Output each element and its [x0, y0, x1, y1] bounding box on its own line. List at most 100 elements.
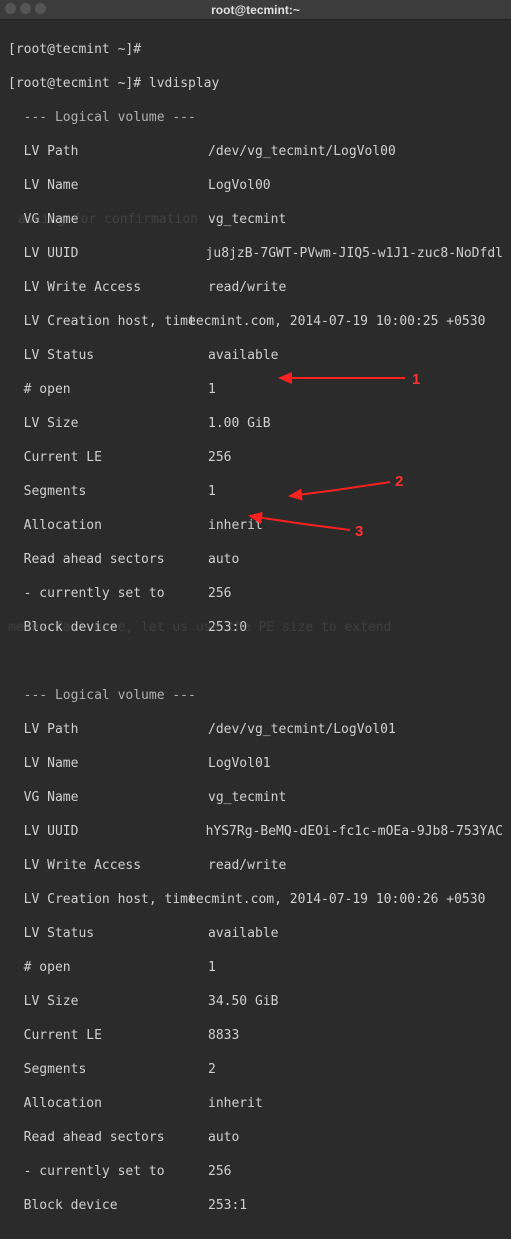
label-lv-uuid: LV UUID: [8, 823, 206, 840]
field-row: LV NameLogVol01: [8, 755, 503, 772]
label-lv-size: LV Size: [8, 993, 208, 1010]
value-vg-name: vg_tecmint: [208, 789, 286, 806]
field-row: # open1: [8, 959, 503, 976]
field-row: Segments1: [8, 483, 503, 500]
value-open: 1: [208, 959, 216, 976]
field-row: - currently set to256: [8, 585, 503, 602]
label-lv-status: LV Status: [8, 925, 208, 942]
label-bdev: Block device: [8, 1197, 208, 1214]
label-lv-ch: LV Creation host, time: [8, 313, 188, 330]
value-lv-size: 34.50 GiB: [208, 993, 278, 1010]
value-vg-name: vg_tecmint: [208, 211, 286, 228]
value-lv-wa: read/write: [208, 857, 286, 874]
value-lv-path: /dev/vg_tecmint/LogVol01: [208, 721, 396, 738]
field-row: Current LE8833: [8, 1027, 503, 1044]
field-row: LV NameLogVol00: [8, 177, 503, 194]
label-cur-set: - currently set to: [8, 1163, 208, 1180]
label-lv-wa: LV Write Access: [8, 279, 208, 296]
label-lv-size: LV Size: [8, 415, 208, 432]
label-alloc: Allocation: [8, 1095, 208, 1112]
label-segs: Segments: [8, 483, 208, 500]
field-row: VG Namevg_tecmint: [8, 789, 503, 806]
value-segs: 2: [208, 1061, 216, 1078]
window-buttons: [5, 3, 46, 14]
label-cur-set: - currently set to: [8, 585, 208, 602]
field-row: VG Nameasking for confirmationvg_tecmint: [8, 211, 503, 228]
field-row: LV Write Accessread/write: [8, 857, 503, 874]
label-ras: Read ahead sectors: [8, 1129, 208, 1146]
field-row: Read ahead sectorsauto: [8, 551, 503, 568]
prompt-empty: [root@tecmint ~]#: [8, 41, 503, 58]
label-ras: Read ahead sectors: [8, 551, 208, 568]
label-open: # open: [8, 959, 208, 976]
value-lv-uuid: ju8jzB-7GWT-PVwm-JIQ5-w1J1-zuc8-NoDfdl: [206, 245, 503, 262]
label-cur-le: Current LE: [8, 449, 208, 466]
close-icon[interactable]: [5, 3, 16, 14]
field-row: Segments2: [8, 1061, 503, 1078]
prompt: [root@tecmint ~]#: [8, 76, 149, 91]
window-title: root@tecmint:~: [211, 3, 300, 17]
field-row: LV Creation host, timetecmint.com, 2014-…: [8, 313, 503, 330]
label-vg-name: VG Name: [8, 789, 208, 806]
field-row: Read ahead sectorsauto: [8, 1129, 503, 1146]
label-lv-path: LV Path: [8, 143, 208, 160]
value-lv-name: LogVol01: [208, 755, 271, 772]
value-segs: 1: [208, 483, 216, 500]
field-row: Block device253:1: [8, 1197, 503, 1214]
field-row: LV UUIDhYS7Rg-BeMQ-dEOi-fc1c-mOEa-9Jb8-7…: [8, 823, 503, 840]
label-lv-uuid: LV UUID: [8, 245, 206, 262]
label-lv-name: LV Name: [8, 177, 208, 194]
field-row: Current LE256: [8, 449, 503, 466]
value-cur-le: 256: [208, 449, 231, 466]
value-ras: auto: [208, 1129, 239, 1146]
field-row: LV Write Accessread/write: [8, 279, 503, 296]
label-cur-le: Current LE: [8, 1027, 208, 1044]
value-lv-ch: tecmint.com, 2014-07-19 10:00:26 +0530: [188, 891, 485, 908]
field-row: - currently set to256: [8, 1163, 503, 1180]
value-lv-size: 1.00 GiB: [208, 415, 271, 432]
value-alloc: inherit: [208, 1095, 263, 1112]
value-cur-set: 256: [208, 585, 231, 602]
value-lv-status: available: [208, 347, 278, 364]
field-row: LV Statusavailable: [8, 925, 503, 942]
value-lv-ch: tecmint.com, 2014-07-19 10:00:25 +0530: [188, 313, 485, 330]
field-row: # open1: [8, 381, 503, 398]
terminal-output[interactable]: [root@tecmint ~]# [root@tecmint ~]# lvdi…: [0, 20, 511, 1239]
label-lv-wa: LV Write Access: [8, 857, 208, 874]
section-header: --- Logical volume ---: [8, 687, 503, 704]
field-row: LV Creation host, timetecmint.com, 2014-…: [8, 891, 503, 908]
value-cur-set: 256: [208, 1163, 231, 1180]
field-row: Allocationinherit: [8, 1095, 503, 1112]
label-vg-name: VG Nameasking for confirmation: [8, 211, 208, 228]
field-row: LV Size1.00 GiB: [8, 415, 503, 432]
maximize-icon[interactable]: [35, 3, 46, 14]
field-row: LV UUIDju8jzB-7GWT-PVwm-JIQ5-w1J1-zuc8-N…: [8, 245, 503, 262]
value-ras: auto: [208, 551, 239, 568]
prompt-cmd: [root@tecmint ~]# lvdisplay: [8, 75, 503, 92]
value-lv-uuid: hYS7Rg-BeMQ-dEOi-fc1c-mOEa-9Jb8-753YAC: [206, 823, 503, 840]
label-lv-status: LV Status: [8, 347, 208, 364]
label-lv-path: LV Path: [8, 721, 208, 738]
label-segs: Segments: [8, 1061, 208, 1078]
field-row: LV Path/dev/vg_tecmint/LogVol01: [8, 721, 503, 738]
label-alloc: Allocation: [8, 517, 208, 534]
minimize-icon[interactable]: [20, 3, 31, 14]
field-row: Allocationinherit: [8, 517, 503, 534]
label-lv-ch: LV Creation host, time: [8, 891, 188, 908]
window-titlebar: root@tecmint:~: [0, 0, 511, 20]
field-row: LV Size34.50 GiB: [8, 993, 503, 1010]
value-lv-path: /dev/vg_tecmint/LogVol00: [208, 143, 396, 160]
label-lv-name: LV Name: [8, 755, 208, 772]
blank-line: [8, 653, 503, 670]
command: lvdisplay: [149, 76, 219, 91]
value-alloc: inherit: [208, 517, 263, 534]
field-row: Block device253:0means fail here, let us…: [8, 619, 503, 636]
value-cur-le: 8833: [208, 1027, 239, 1044]
value-lv-name: LogVol00: [208, 177, 271, 194]
value-lv-status: available: [208, 925, 278, 942]
label-open: # open: [8, 381, 208, 398]
value-open: 1: [208, 381, 216, 398]
field-row: LV Path/dev/vg_tecmint/LogVol00: [8, 143, 503, 160]
field-row: LV Statusavailable: [8, 347, 503, 364]
value-bdev: 253:1: [208, 1197, 247, 1214]
